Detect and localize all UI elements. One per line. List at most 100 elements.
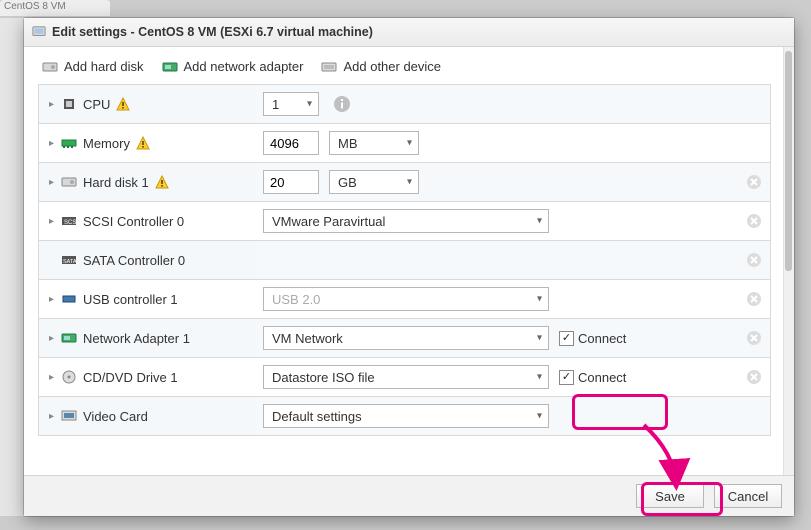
cancel-button[interactable]: Cancel bbox=[714, 484, 782, 508]
expand-memory[interactable]: ▸ bbox=[49, 138, 55, 149]
nic1-network-value: VM Network bbox=[272, 331, 343, 346]
add-hard-disk-label: Add hard disk bbox=[64, 59, 144, 74]
info-icon[interactable] bbox=[333, 95, 351, 113]
nic1-network-select[interactable]: VM Network ▾ bbox=[263, 326, 549, 350]
remove-scsi0-button[interactable] bbox=[746, 213, 762, 229]
disk1-label: Hard disk 1 bbox=[83, 175, 149, 190]
chevron-down-icon: ▾ bbox=[537, 411, 542, 422]
dialog-titlebar: Edit settings - CentOS 8 VM (ESXi 6.7 vi… bbox=[24, 18, 794, 47]
video-settings-value: Default settings bbox=[272, 409, 362, 424]
row-memory: ▸ Memory MB bbox=[39, 124, 770, 163]
cd1-source-select[interactable]: Datastore ISO file ▾ bbox=[263, 365, 549, 389]
nic-icon bbox=[162, 60, 178, 74]
add-network-adapter-button[interactable]: Add network adapter bbox=[162, 59, 304, 74]
scrollbar-thumb[interactable] bbox=[785, 51, 792, 271]
memory-icon bbox=[61, 136, 77, 150]
row-usb-1: ▸ USB controller 1 USB 2.0 ▾ bbox=[39, 280, 770, 319]
disk1-size-input[interactable] bbox=[263, 170, 319, 194]
cd1-label: CD/DVD Drive 1 bbox=[83, 370, 178, 385]
chevron-down-icon: ▾ bbox=[537, 216, 542, 227]
nic1-connect-wrap: ✓ Connect bbox=[559, 331, 626, 346]
remove-nic1-button[interactable] bbox=[746, 330, 762, 346]
usb-icon bbox=[61, 292, 77, 306]
cd-icon bbox=[61, 370, 77, 384]
cd1-connect-wrap: ✓ Connect bbox=[559, 370, 626, 385]
usb1-type-select[interactable]: USB 2.0 ▾ bbox=[263, 287, 549, 311]
expand-disk1[interactable]: ▸ bbox=[49, 177, 55, 188]
dialog-title-text: Edit settings - CentOS 8 VM (ESXi 6.7 vi… bbox=[52, 25, 373, 39]
expand-cpu[interactable]: ▸ bbox=[49, 99, 55, 110]
row-sata-0: ▸ SATA SATA Controller 0 bbox=[39, 241, 770, 280]
add-hardware-toolbar: Add hard disk Add network adapter Add ot… bbox=[38, 57, 769, 84]
usb1-type-value: USB 2.0 bbox=[272, 292, 320, 307]
expand-scsi0[interactable]: ▸ bbox=[49, 216, 55, 227]
sata0-label: SATA Controller 0 bbox=[83, 253, 185, 268]
remove-disk1-button[interactable] bbox=[746, 174, 762, 190]
scsi0-label: SCSI Controller 0 bbox=[83, 214, 184, 229]
svg-text:SATA: SATA bbox=[63, 259, 77, 265]
scsi0-type-select[interactable]: VMware Paravirtual ▾ bbox=[263, 209, 549, 233]
cd1-connect-checkbox[interactable]: ✓ bbox=[559, 370, 574, 385]
warning-icon bbox=[155, 175, 169, 189]
cpu-count-value: 1 bbox=[272, 97, 279, 112]
remove-sata0-button[interactable] bbox=[746, 252, 762, 268]
memory-input[interactable] bbox=[263, 131, 319, 155]
scrollbar[interactable] bbox=[783, 47, 794, 475]
memory-unit-value: MB bbox=[338, 136, 358, 151]
add-other-device-label: Add other device bbox=[343, 59, 441, 74]
row-cpu: ▸ CPU 1 ▾ bbox=[39, 85, 770, 124]
video-settings-select[interactable]: Default settings ▾ bbox=[263, 404, 549, 428]
add-hard-disk-button[interactable]: Add hard disk bbox=[42, 59, 144, 74]
expand-video[interactable]: ▸ bbox=[49, 411, 55, 422]
video-label: Video Card bbox=[83, 409, 148, 424]
remove-cd1-button[interactable] bbox=[746, 369, 762, 385]
row-video: ▸ Video Card Default settings ▾ bbox=[39, 397, 770, 436]
pci-icon bbox=[321, 60, 337, 74]
chevron-down-icon: ▾ bbox=[537, 333, 542, 344]
chevron-down-icon: ▾ bbox=[537, 372, 542, 383]
chevron-down-icon: ▾ bbox=[307, 99, 312, 110]
nic1-label: Network Adapter 1 bbox=[83, 331, 190, 346]
cd1-source-value: Datastore ISO file bbox=[272, 370, 375, 385]
chevron-down-icon: ▾ bbox=[407, 138, 412, 149]
chevron-down-icon: ▾ bbox=[537, 294, 542, 305]
scsi-icon: SCSI bbox=[61, 214, 77, 228]
svg-text:SCSI: SCSI bbox=[64, 220, 77, 226]
row-hard-disk-1: ▸ Hard disk 1 GB bbox=[39, 163, 770, 202]
nic1-connect-label: Connect bbox=[578, 331, 626, 346]
disk1-unit-value: GB bbox=[338, 175, 357, 190]
vm-icon bbox=[32, 25, 46, 39]
background-tab: CentOS 8 VM bbox=[0, 0, 110, 16]
remove-usb1-button[interactable] bbox=[746, 291, 762, 307]
expand-usb1[interactable]: ▸ bbox=[49, 294, 55, 305]
usb1-label: USB controller 1 bbox=[83, 292, 178, 307]
row-nic-1: ▸ Network Adapter 1 VM Network ▾ bbox=[39, 319, 770, 358]
scsi0-type-value: VMware Paravirtual bbox=[272, 214, 385, 229]
add-network-adapter-label: Add network adapter bbox=[184, 59, 304, 74]
expand-nic1[interactable]: ▸ bbox=[49, 333, 55, 344]
expand-cd1[interactable]: ▸ bbox=[49, 372, 55, 383]
warning-icon bbox=[136, 136, 150, 150]
memory-label: Memory bbox=[83, 136, 130, 151]
hard-disk-icon bbox=[61, 175, 77, 189]
chevron-down-icon: ▾ bbox=[407, 177, 412, 188]
cpu-label: CPU bbox=[83, 97, 110, 112]
cd1-connect-label: Connect bbox=[578, 370, 626, 385]
row-scsi-0: ▸ SCSI SCSI Controller 0 VMware Paravirt… bbox=[39, 202, 770, 241]
nic1-connect-checkbox[interactable]: ✓ bbox=[559, 331, 574, 346]
disk1-unit-select[interactable]: GB ▾ bbox=[329, 170, 419, 194]
cpu-icon bbox=[61, 97, 77, 111]
nic-icon bbox=[61, 331, 77, 345]
background-sidebar bbox=[0, 18, 24, 516]
virtual-hardware-table: ▸ CPU 1 ▾ bbox=[38, 84, 771, 436]
add-other-device-button[interactable]: Add other device bbox=[321, 59, 441, 74]
save-button[interactable]: Save bbox=[636, 484, 704, 508]
cpu-count-select[interactable]: 1 ▾ bbox=[263, 92, 319, 116]
row-cd-1: ▸ CD/DVD Drive 1 Datastore ISO file ▾ bbox=[39, 358, 770, 397]
hard-disk-icon bbox=[42, 60, 58, 74]
edit-settings-dialog: Edit settings - CentOS 8 VM (ESXi 6.7 vi… bbox=[24, 18, 794, 516]
video-icon bbox=[61, 409, 77, 423]
sata-icon: SATA bbox=[61, 253, 77, 267]
dialog-footer: Save Cancel bbox=[24, 475, 794, 516]
memory-unit-select[interactable]: MB ▾ bbox=[329, 131, 419, 155]
